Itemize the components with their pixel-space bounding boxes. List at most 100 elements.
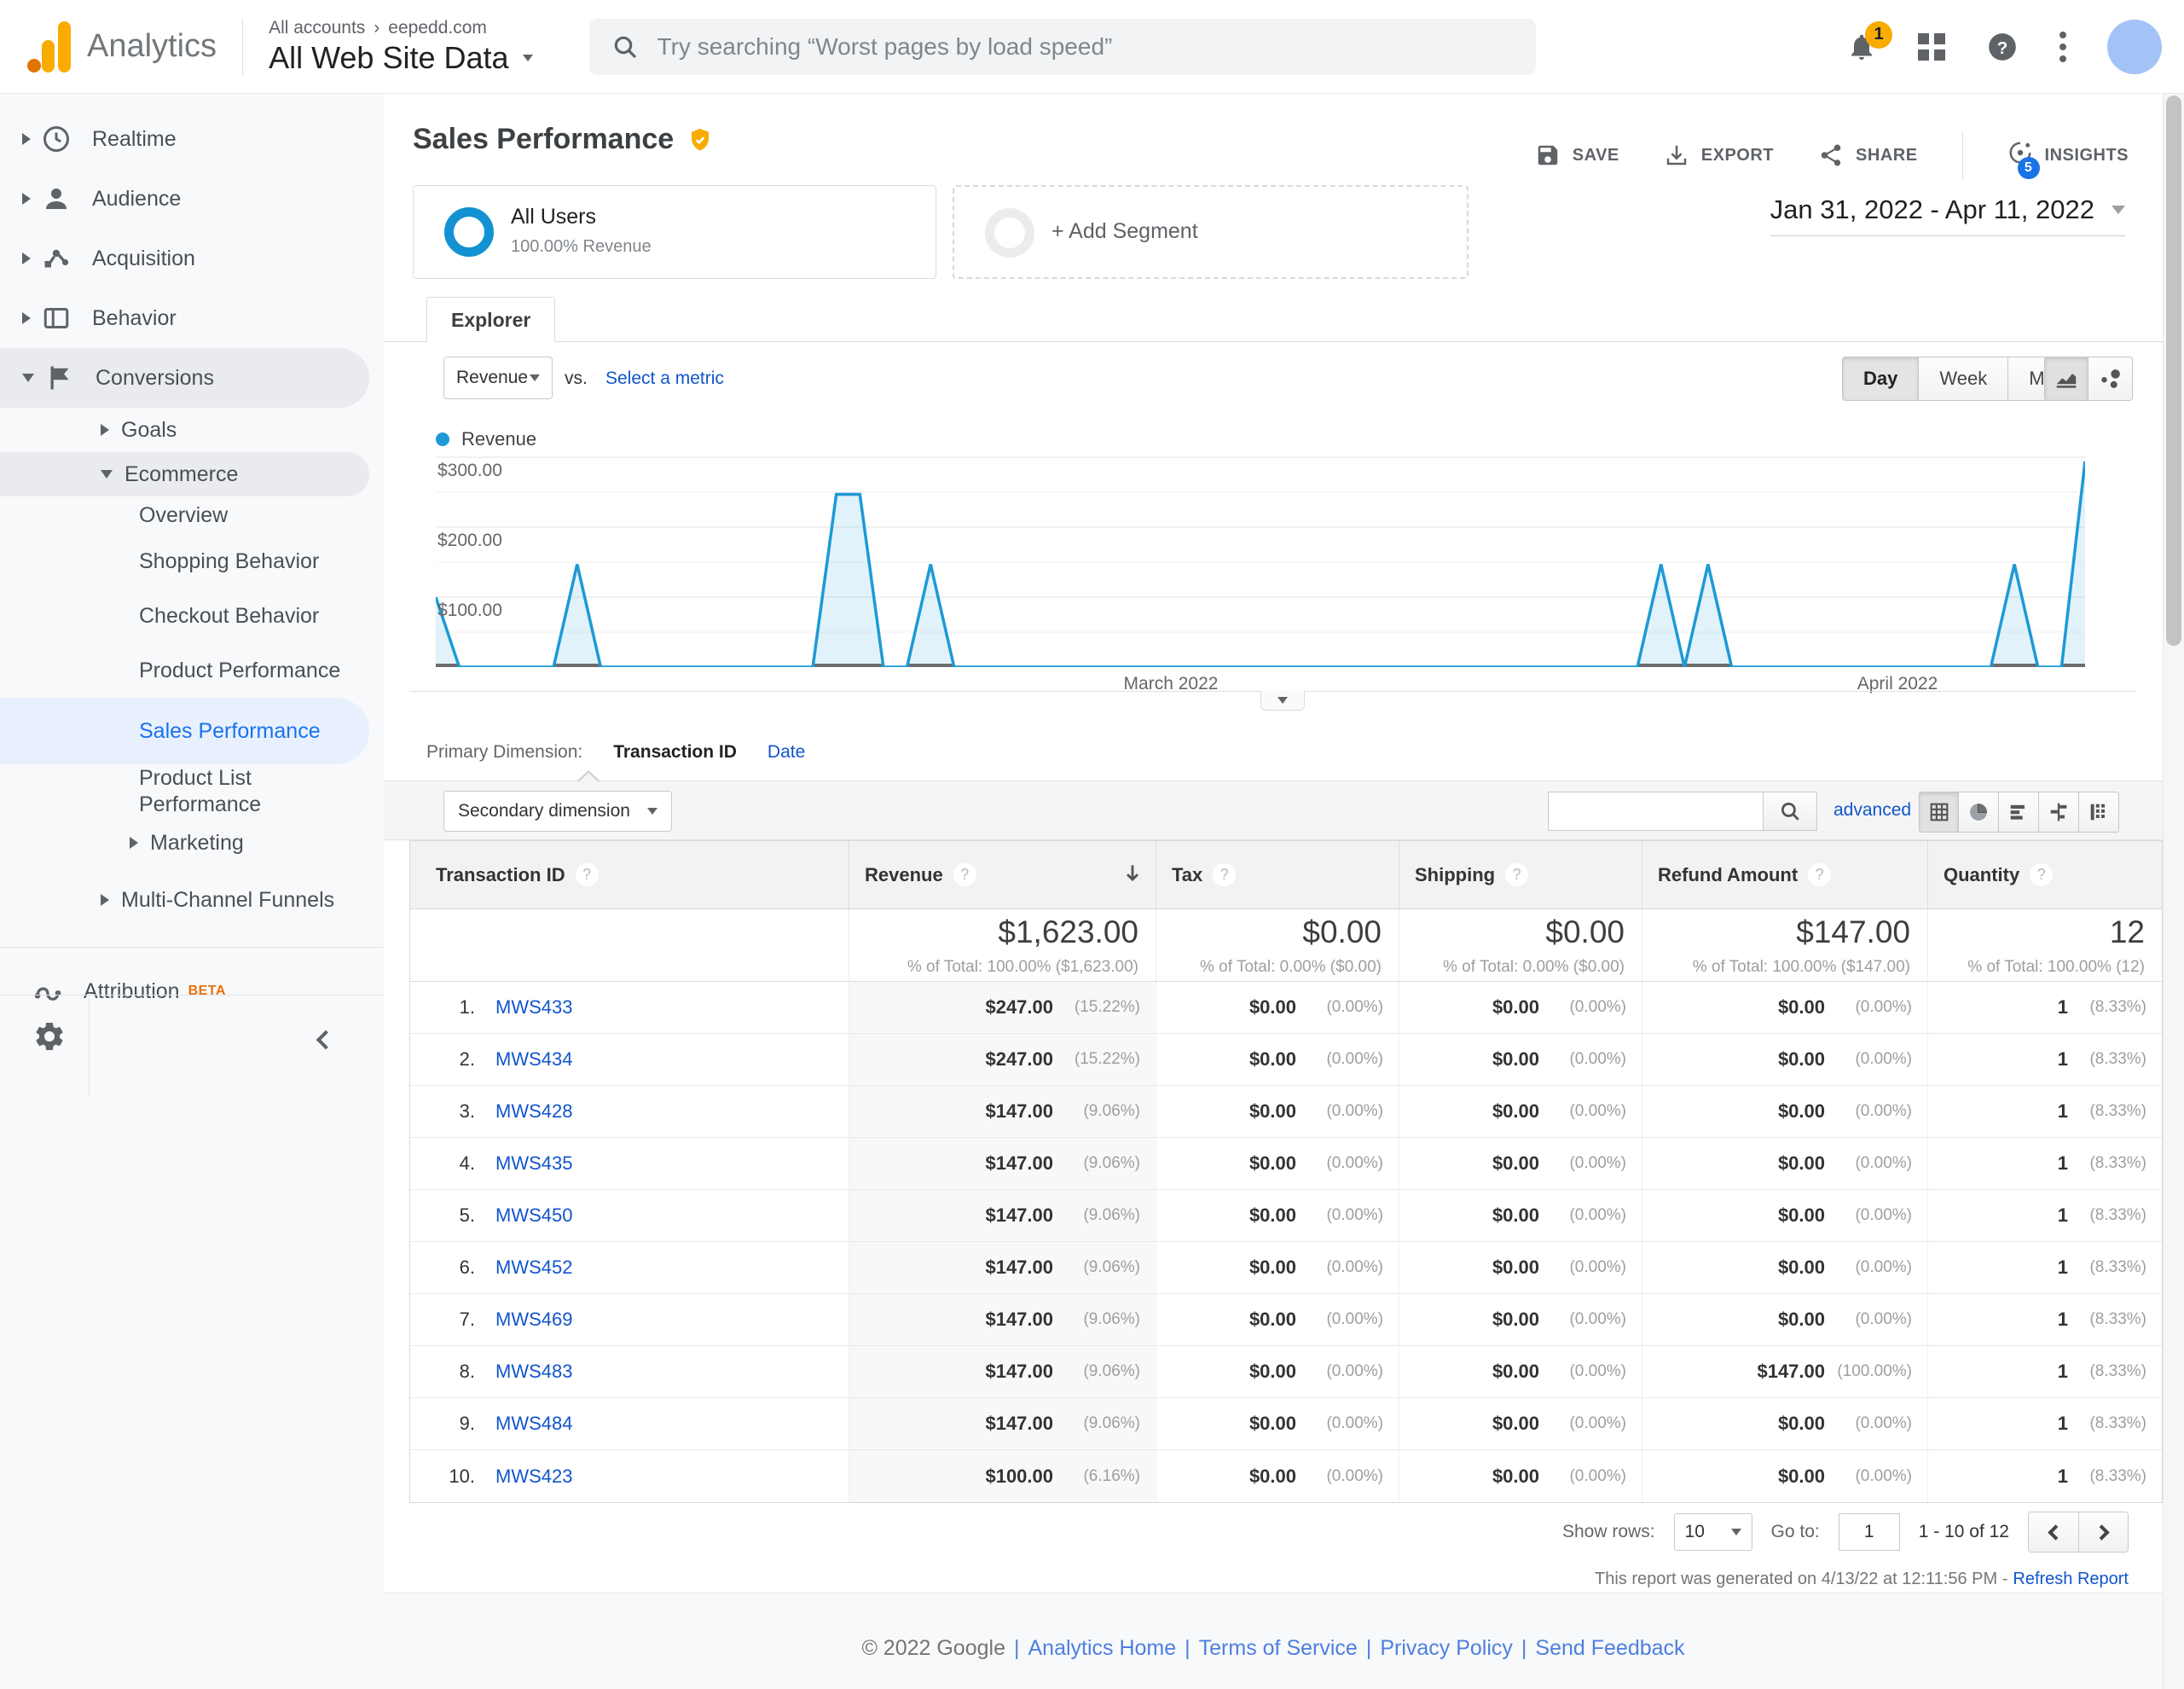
global-search[interactable] <box>588 18 1536 75</box>
footer-link-privacy-policy[interactable]: Privacy Policy <box>1380 1636 1513 1660</box>
sidebar-item-overview[interactable]: Overview <box>0 496 384 534</box>
help-icon[interactable]: ? <box>1505 863 1529 886</box>
sidebar-item-shopping-behavior[interactable]: Shopping Behavior <box>0 534 384 589</box>
show-rows-select[interactable]: 10 <box>1673 1513 1752 1551</box>
chevron-down-icon[interactable] <box>522 54 533 61</box>
transaction-link[interactable]: MWS434 <box>495 1048 572 1071</box>
sort-descending-icon[interactable] <box>1121 862 1144 889</box>
refresh-report-link[interactable]: Refresh Report <box>2013 1570 2129 1588</box>
breadcrumb-site[interactable]: eepedd.com <box>388 18 487 38</box>
table-view-button[interactable] <box>1919 792 1959 833</box>
data-table-icon <box>1930 803 1948 821</box>
table-row: 10. MWS423 $100.00 (6.16%) $0.00 (0.00%) $0.00… <box>410 1450 2162 1502</box>
chart-collapse-button[interactable] <box>1260 691 1305 711</box>
revenue-timeseries-chart[interactable] <box>436 440 2085 667</box>
table-row: 8. MWS483 $147.00 (9.06%) $0.00 (0.00%) $0.00(… <box>410 1346 2162 1398</box>
next-page-button[interactable] <box>2078 1512 2128 1552</box>
primary-dimension-label: Primary Dimension: <box>426 742 583 762</box>
transaction-link[interactable]: MWS483 <box>495 1361 572 1383</box>
help-icon[interactable]: ? <box>1213 863 1237 886</box>
transaction-link[interactable]: MWS428 <box>495 1100 572 1123</box>
table-search-button[interactable] <box>1763 792 1817 831</box>
help-icon[interactable]: ? <box>2030 863 2054 886</box>
sidebar-item-product-performance[interactable]: Product Performance <box>0 643 384 698</box>
notifications-bell-icon[interactable]: 1 <box>1846 20 1892 62</box>
sidebar-item-goals[interactable]: Goals <box>0 408 384 452</box>
pivot-view-button[interactable] <box>2079 792 2119 833</box>
previous-page-button[interactable] <box>2029 1512 2078 1552</box>
add-segment-ring-icon <box>985 208 1034 258</box>
motion-chart-button[interactable] <box>2088 357 2133 401</box>
select-metric-link[interactable]: Select a metric <box>605 369 724 389</box>
metric-select[interactable]: Revenue <box>443 357 553 399</box>
sidebar-item-acquisition[interactable]: Acquisition <box>0 229 384 288</box>
admin-gear-icon[interactable] <box>32 1019 67 1058</box>
transaction-link[interactable]: MWS423 <box>495 1466 572 1488</box>
column-header-transaction-id[interactable]: Transaction ID? <box>410 841 849 908</box>
dimension-date[interactable]: Date <box>768 742 805 763</box>
add-segment-label: + Add Segment <box>1051 219 1198 243</box>
performance-view-button[interactable] <box>1999 792 2039 833</box>
transaction-link[interactable]: MWS433 <box>495 996 572 1019</box>
segment-all-users[interactable]: All Users 100.00% Revenue <box>413 185 936 279</box>
granularity-week-button[interactable]: Week <box>1919 357 2009 401</box>
transaction-link[interactable]: MWS435 <box>495 1152 572 1175</box>
sidebar-item-product-list-performance[interactable]: Product List Performance <box>0 764 384 819</box>
date-range-picker[interactable]: Jan 31, 2022 - Apr 11, 2022 <box>1770 194 2125 236</box>
insights-button[interactable]: 5 INSIGHTS <box>2007 140 2129 179</box>
table-cell: 1 (8.33%) <box>1927 1034 2162 1085</box>
help-icon[interactable]: ? <box>1808 863 1832 886</box>
scrollbar-thumb[interactable] <box>2166 96 2181 646</box>
advanced-search-link[interactable]: advanced <box>1834 800 1911 821</box>
column-header-tax[interactable]: Tax? <box>1156 841 1399 908</box>
sidebar-item-checkout-behavior[interactable]: Checkout Behavior <box>0 589 384 643</box>
collapse-sidebar-icon[interactable] <box>316 1030 336 1050</box>
more-options-icon[interactable] <box>2059 31 2066 62</box>
user-avatar[interactable] <box>2107 19 2162 74</box>
percentage-view-button[interactable] <box>1959 792 1999 833</box>
transaction-link[interactable]: MWS452 <box>495 1257 572 1279</box>
sidebar-item-realtime[interactable]: Realtime <box>0 109 384 169</box>
page-scrollbar[interactable] <box>2163 94 2184 1689</box>
line-chart-button[interactable] <box>2044 357 2088 401</box>
sidebar-item-marketing[interactable]: Marketing <box>0 819 384 867</box>
account-breadcrumb[interactable]: All accounts › eepedd.com All Web Site D… <box>269 18 533 76</box>
comparison-view-button[interactable] <box>2039 792 2079 833</box>
breadcrumb-accounts[interactable]: All accounts <box>269 18 365 38</box>
table-cell: $147.00 (9.06%) <box>849 1190 1156 1241</box>
help-icon[interactable]: ? <box>953 863 976 886</box>
footer-link-analytics-home[interactable]: Analytics Home <box>1028 1636 1176 1660</box>
search-input[interactable] <box>657 32 1514 61</box>
column-header-shipping[interactable]: Shipping? <box>1399 841 1642 908</box>
column-header-revenue[interactable]: Revenue? <box>849 841 1156 908</box>
sidebar-item-conversions[interactable]: Conversions <box>0 348 369 408</box>
transaction-link[interactable]: MWS484 <box>495 1413 572 1435</box>
table-search-input[interactable] <box>1548 792 1764 831</box>
apps-grid-icon[interactable] <box>1918 32 1945 61</box>
help-icon[interactable]: ? <box>1986 31 2019 63</box>
footer-link-terms-of-service[interactable]: Terms of Service <box>1199 1636 1358 1660</box>
add-segment-button[interactable]: + Add Segment <box>953 185 1469 279</box>
column-header-quantity[interactable]: Quantity? <box>1927 841 2162 908</box>
granularity-day-button[interactable]: Day <box>1842 357 1920 401</box>
column-header-refund-amount[interactable]: Refund Amount? <box>1642 841 1927 908</box>
transaction-link[interactable]: MWS450 <box>495 1204 572 1227</box>
footer-link-send-feedback[interactable]: Send Feedback <box>1535 1636 1684 1660</box>
help-icon[interactable]: ? <box>575 863 599 886</box>
property-name[interactable]: All Web Site Data <box>269 40 508 76</box>
table-cell: $0.00 (0.00%) <box>1642 1034 1927 1085</box>
secondary-dimension-select[interactable]: Secondary dimension <box>443 791 672 832</box>
sidebar-item-behavior[interactable]: Behavior <box>0 288 384 348</box>
sidebar-item-multi-channel-funnels[interactable]: Multi-Channel Funnels <box>0 867 384 933</box>
export-button[interactable]: EXPORT <box>1664 142 1774 168</box>
analytics-logo-icon[interactable] <box>22 20 73 73</box>
sidebar-item-sales-performance[interactable]: Sales Performance <box>0 698 369 764</box>
tab-explorer[interactable]: Explorer <box>426 297 556 342</box>
share-button[interactable]: SHARE <box>1818 142 1918 168</box>
dimension-transaction-id[interactable]: Transaction ID <box>613 742 737 763</box>
save-button[interactable]: SAVE <box>1535 142 1619 168</box>
sidebar-item-audience[interactable]: Audience <box>0 169 384 229</box>
sidebar-item-ecommerce[interactable]: Ecommerce <box>0 452 369 496</box>
goto-page-input[interactable] <box>1838 1513 1900 1551</box>
transaction-link[interactable]: MWS469 <box>495 1309 572 1331</box>
